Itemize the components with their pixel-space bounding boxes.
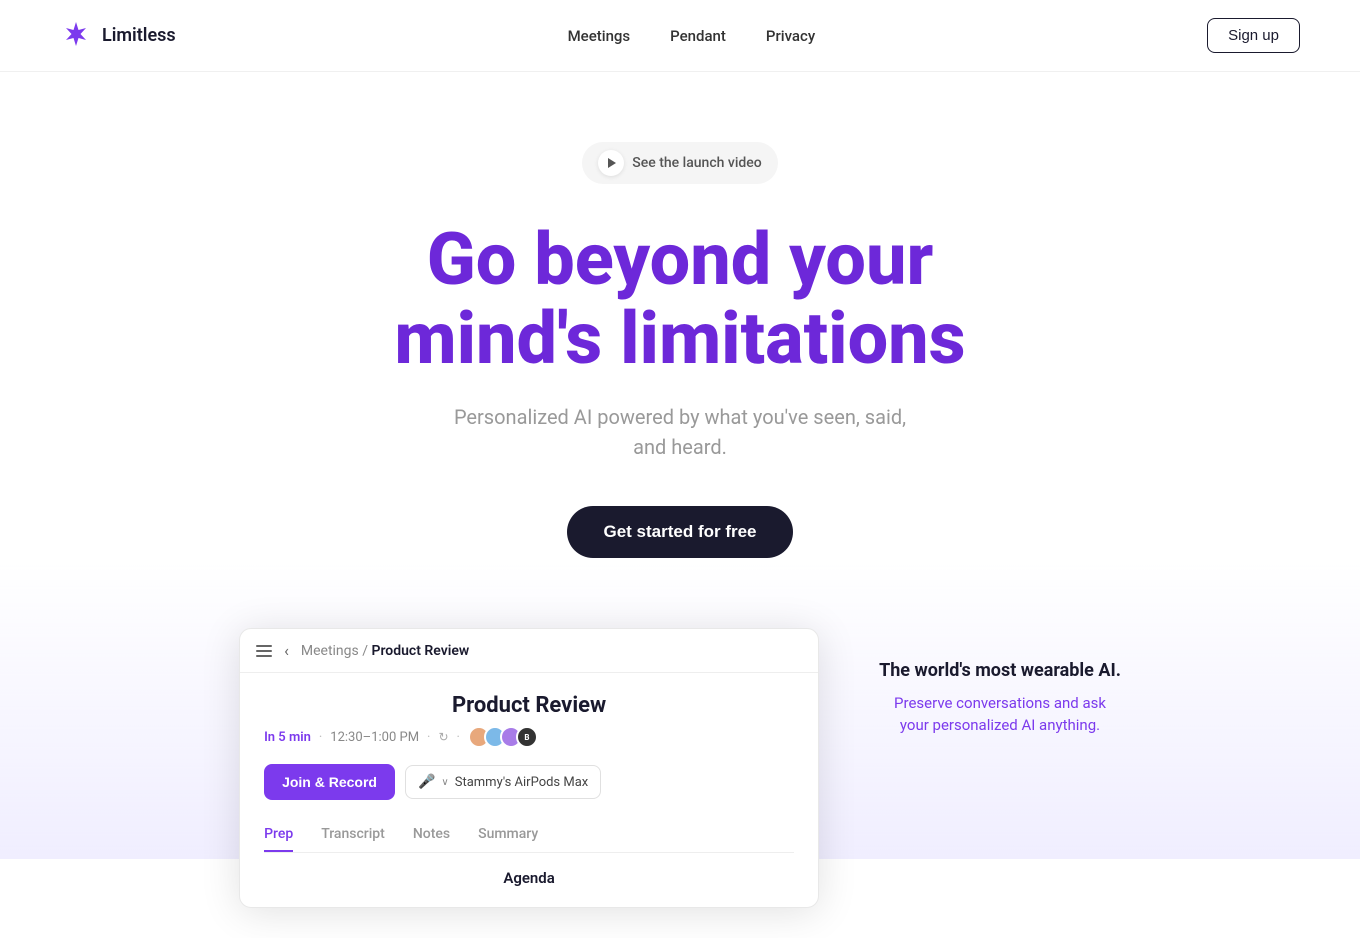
mic-label: Stammy's AirPods Max	[455, 775, 589, 790]
subtitle-plain: Preserve conversations and ask	[894, 694, 1106, 712]
breadcrumb: Meetings / Product Review	[301, 643, 469, 659]
navbar: Limitless Meetings Pendant Privacy Sign …	[0, 0, 1360, 72]
hero-title: Go beyond your mind's limitations	[394, 220, 965, 378]
time-badge: In 5 min	[264, 730, 311, 745]
hero-subtitle: Personalized AI powered by what you've s…	[440, 402, 920, 462]
attendee-avatars: B	[468, 726, 538, 748]
avatar-count: B	[516, 726, 538, 748]
app-window: ‹ Meetings / Product Review Product Revi…	[239, 628, 819, 908]
right-card-subtitle: Preserve conversations and ask your pers…	[879, 692, 1121, 737]
meta-separator-2: ·	[427, 730, 430, 745]
dropdown-chevron: ∨	[441, 777, 448, 788]
refresh-icon: ↻	[438, 730, 448, 744]
meta-separator: ·	[319, 730, 322, 745]
agenda-label: Agenda	[264, 869, 794, 887]
app-window-bar: ‹ Meetings / Product Review	[240, 629, 818, 673]
right-card: The world's most wearable AI. Preserve c…	[879, 628, 1121, 736]
breadcrumb-page: Product Review	[371, 643, 469, 659]
tab-notes[interactable]: Notes	[413, 818, 450, 852]
meeting-tabs: Prep Transcript Notes Summary	[264, 818, 794, 853]
mic-icon: 🎤	[418, 774, 435, 790]
tab-summary[interactable]: Summary	[478, 818, 538, 852]
tab-transcript[interactable]: Transcript	[321, 818, 385, 852]
hamburger-icon[interactable]	[256, 645, 272, 657]
hero-title-line1: Go beyond your	[427, 217, 934, 302]
nav-privacy[interactable]: Privacy	[766, 27, 815, 45]
logo-link[interactable]: Limitless	[60, 20, 176, 52]
meeting-actions: Join & Record 🎤 ∨ Stammy's AirPods Max	[264, 764, 794, 800]
logo-icon	[60, 20, 92, 52]
preview-section: ‹ Meetings / Product Review Product Revi…	[20, 628, 1340, 908]
time-range: 12:30–1:00 PM	[330, 730, 419, 745]
badge-text: See the launch video	[632, 155, 761, 171]
subtitle-highlight: your personalized AI anything.	[900, 716, 1100, 734]
signup-button[interactable]: Sign up	[1207, 18, 1300, 53]
meeting-title: Product Review	[264, 693, 794, 718]
back-chevron-icon[interactable]: ‹	[284, 641, 289, 660]
app-content: Product Review In 5 min · 12:30–1:00 PM …	[240, 673, 818, 907]
nav-pendant[interactable]: Pendant	[670, 27, 726, 45]
meta-separator-3: ·	[457, 730, 460, 745]
nav-meetings[interactable]: Meetings	[568, 27, 631, 45]
launch-video-badge[interactable]: See the launch video	[582, 142, 777, 184]
nav-links: Meetings Pendant Privacy	[568, 26, 816, 45]
join-record-button[interactable]: Join & Record	[264, 764, 395, 800]
meeting-meta: In 5 min · 12:30–1:00 PM · ↻ · B	[264, 726, 794, 748]
hero-section: See the launch video Go beyond your mind…	[0, 72, 1360, 938]
right-card-title: The world's most wearable AI.	[879, 658, 1121, 683]
breadcrumb-prefix: Meetings /	[301, 643, 368, 659]
hero-title-line2: mind's limitations	[394, 296, 965, 381]
get-started-button[interactable]: Get started for free	[567, 506, 792, 558]
play-button-circle	[598, 150, 624, 176]
tab-prep[interactable]: Prep	[264, 818, 293, 852]
play-icon	[608, 158, 616, 168]
mic-selector[interactable]: 🎤 ∨ Stammy's AirPods Max	[405, 765, 601, 799]
logo-text: Limitless	[102, 25, 176, 46]
